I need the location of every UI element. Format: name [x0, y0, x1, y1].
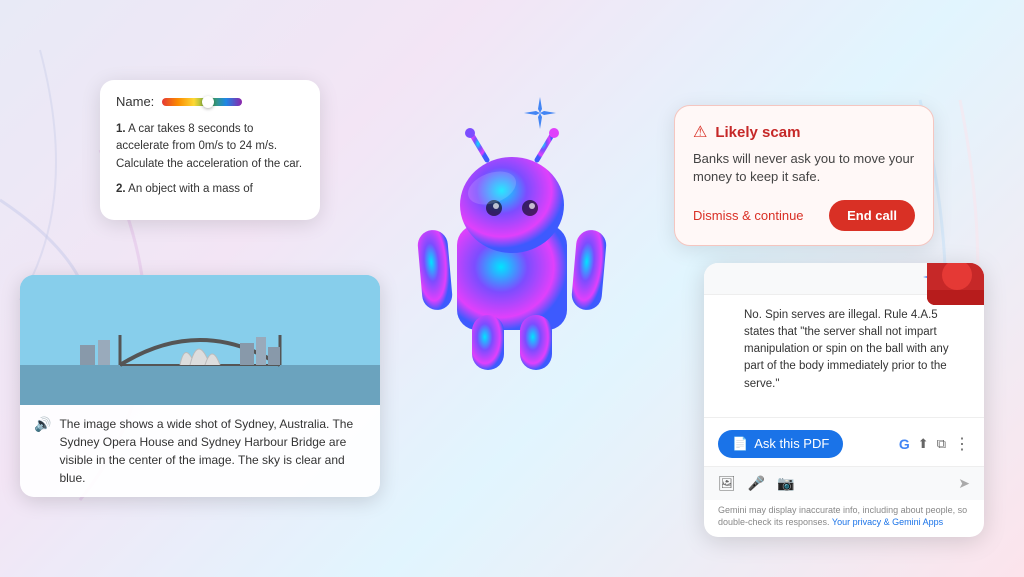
google-icon[interactable]: G — [899, 436, 910, 452]
pdf-toolbar: 🖼 🎤 📷 ➤ — [704, 466, 984, 500]
pdf-divider — [704, 417, 984, 418]
audio-icon: 🔊 — [34, 416, 51, 433]
scam-card-header: ⚠ Likely scam — [693, 122, 915, 142]
pdf-disclaimer: Gemini may display inaccurate info, incl… — [704, 500, 984, 537]
quiz-card: Name: 1. A car takes 8 seconds to accele… — [100, 80, 320, 220]
sydney-card: 🔊 The image shows a wide shot of Sydney,… — [20, 275, 380, 497]
quiz-name-row: Name: — [116, 94, 304, 109]
quiz-question-2: 2. An object with a mass of — [116, 181, 304, 198]
camera-icon[interactable]: 📷 — [777, 475, 794, 492]
warning-icon: ⚠ — [693, 122, 707, 142]
color-slider[interactable] — [162, 98, 242, 106]
pdf-icon-bar: G ⬆ ⧉ ⋮ — [899, 434, 970, 454]
sydney-image — [20, 275, 380, 405]
more-icon[interactable]: ⋮ — [954, 434, 970, 454]
quiz-name-label: Name: — [116, 94, 154, 109]
ask-pdf-button[interactable]: 📄 Ask this PDF — [718, 430, 843, 458]
dismiss-continue-button[interactable]: Dismiss & continue — [693, 208, 804, 223]
android-mascot — [412, 120, 612, 380]
pdf-button-icon: 📄 — [732, 436, 748, 452]
pdf-content: No. Spin serves are illegal. Rule 4.A.5 … — [704, 295, 984, 413]
scam-card-actions: Dismiss & continue End call — [693, 200, 915, 231]
end-call-button[interactable]: End call — [829, 200, 915, 231]
send-icon[interactable]: ➤ — [958, 475, 970, 492]
ask-pdf-label: Ask this PDF — [754, 436, 829, 451]
pdf-bottom-actions: 📄 Ask this PDF G ⬆ ⧉ ⋮ — [704, 422, 984, 466]
quiz-q2-number: 2. — [116, 183, 126, 195]
quiz-q1-number: 1. — [116, 123, 126, 135]
share-icon[interactable]: ⬆ — [918, 436, 929, 452]
sydney-caption: 🔊 The image shows a wide shot of Sydney,… — [20, 405, 380, 497]
scam-card-title: Likely scam — [715, 124, 800, 141]
privacy-link[interactable]: Your privacy & Gemini Apps — [832, 517, 943, 527]
pdf-gemini-text: No. Spin serves are illegal. Rule 4.A.5 … — [718, 307, 970, 393]
copy-icon[interactable]: ⧉ — [937, 436, 946, 452]
sydney-caption-text: The image shows a wide shot of Sydney, A… — [59, 415, 366, 487]
mic-icon[interactable]: 🎤 — [748, 475, 765, 492]
scam-alert-card: ⚠ Likely scam Banks will never ask you t… — [674, 105, 934, 246]
pdf-gemini-panel: ↩ ⧉ No. Spin serves are illegal. Rule 4.… — [704, 263, 984, 537]
image-icon[interactable]: 🖼 — [718, 475, 736, 492]
gemini-sparkle — [522, 95, 558, 139]
scam-card-body: Banks will never ask you to move your mo… — [693, 150, 915, 186]
color-slider-thumb — [202, 96, 214, 108]
quiz-question-1: 1. A car takes 8 seconds to accelerate f… — [116, 121, 304, 173]
